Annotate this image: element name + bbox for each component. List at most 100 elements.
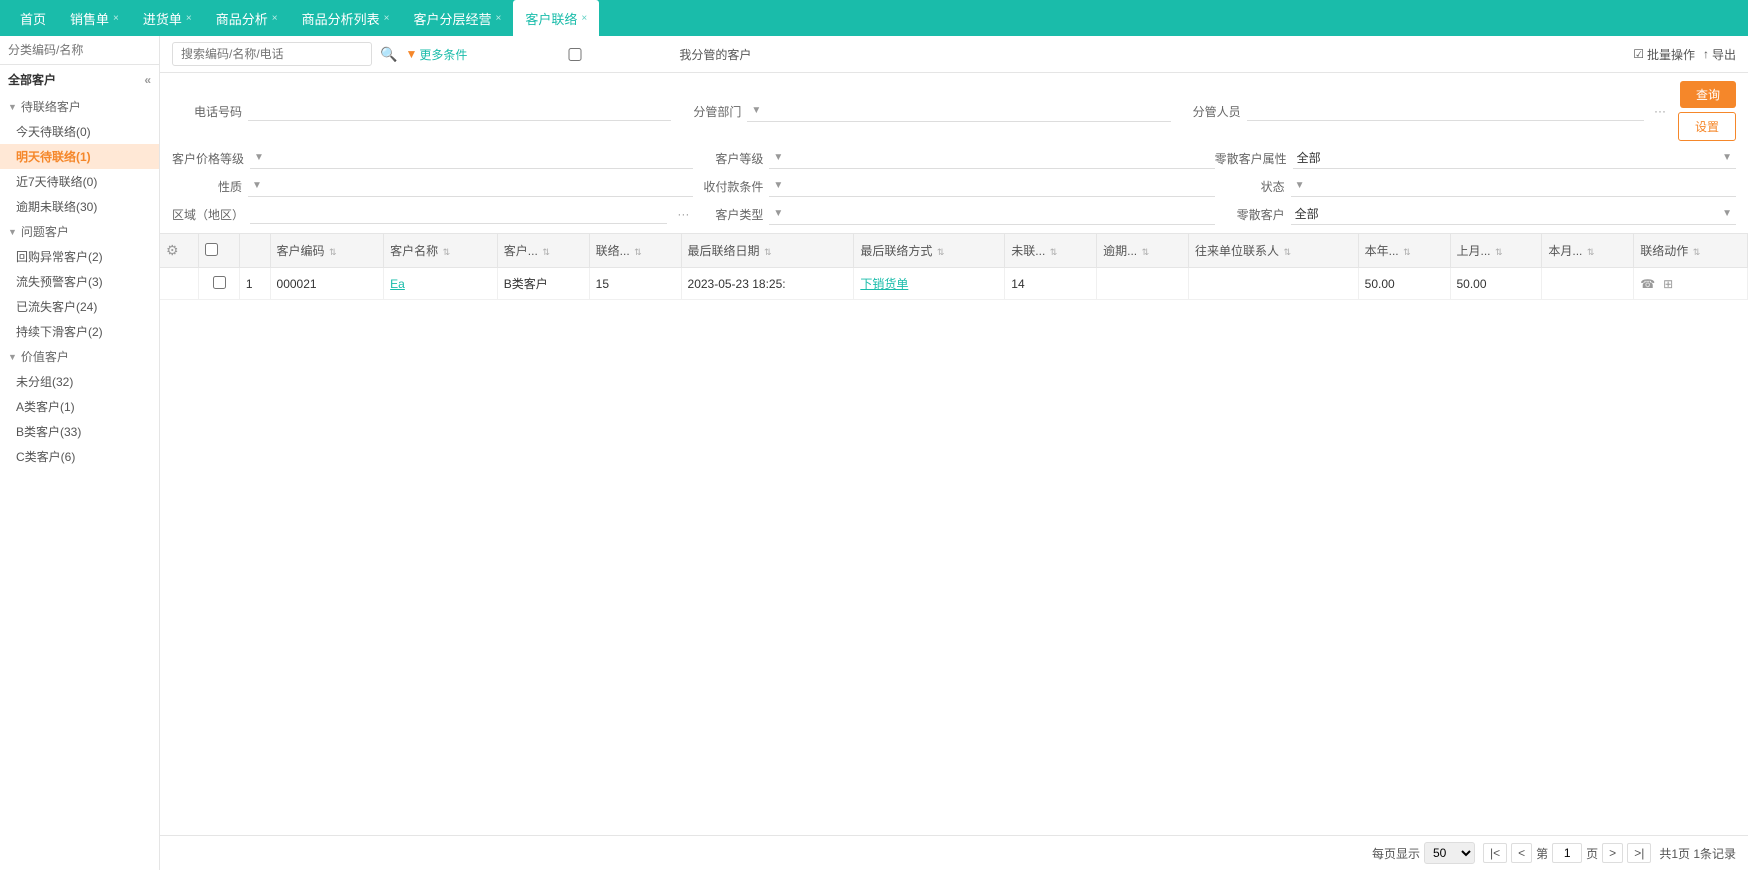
- chevron-down-icon: ▼: [254, 152, 264, 163]
- filter-select-1-0[interactable]: ▼: [250, 147, 693, 169]
- col-label-this_month[interactable]: 本月...: [1548, 244, 1582, 258]
- page-size-select[interactable]: 102050100: [1424, 842, 1475, 864]
- settings-button[interactable]: 设置: [1678, 112, 1736, 141]
- filter-input-3-0[interactable]: [250, 205, 667, 224]
- more-filter-btn[interactable]: ▼ 更多条件: [405, 46, 467, 63]
- nav-close-sales[interactable]: ×: [113, 13, 119, 24]
- pagination-nav: |< < 第 页 > >|: [1483, 843, 1651, 863]
- col-label-contacts[interactable]: 往来单位联系人: [1195, 244, 1279, 258]
- export-btn[interactable]: ↑ 导出: [1703, 46, 1736, 63]
- my-customers-checkbox[interactable]: [475, 48, 675, 61]
- last-page-btn[interactable]: >|: [1627, 843, 1651, 863]
- filter-dots-0-2[interactable]: ···: [1650, 104, 1670, 118]
- filter-inline-label-1-2: 全部: [1297, 149, 1321, 166]
- filter-select-2-2[interactable]: ▼: [1291, 175, 1736, 197]
- sidebar-item-class-b[interactable]: B类客户(33): [0, 419, 159, 444]
- col-label-last_contact_date[interactable]: 最后联络日期: [688, 244, 760, 258]
- row-last-method-0[interactable]: 下销货单: [854, 268, 1005, 300]
- query-button[interactable]: 查询: [1680, 81, 1736, 108]
- col-label-action[interactable]: 联络动作: [1640, 244, 1688, 258]
- prev-page-btn[interactable]: <: [1511, 843, 1532, 863]
- sidebar-item-class-a[interactable]: A类客户(1): [0, 394, 159, 419]
- nav-close-customer-tier[interactable]: ×: [495, 13, 501, 24]
- nav-item-purchase[interactable]: 进货单×: [131, 0, 204, 36]
- filter-dots-3-0[interactable]: ···: [673, 207, 693, 221]
- sidebar-group-pending-contact[interactable]: 待联络客户: [0, 94, 159, 119]
- filter-label-2-1: 收付款条件: [693, 178, 763, 195]
- sidebar-item-week[interactable]: 近7天待联络(0): [0, 169, 159, 194]
- nav-close-analysis[interactable]: ×: [272, 13, 278, 24]
- filter-select-inline-1-2[interactable]: 全部▼: [1293, 147, 1736, 169]
- sidebar-collapse-icon[interactable]: «: [144, 73, 151, 87]
- filter-row-3: 区域（地区）···客户类型▼零散客户全部▼: [172, 203, 1736, 225]
- col-label-this_year[interactable]: 本年...: [1365, 244, 1399, 258]
- filter-select-2-1[interactable]: ▼: [769, 175, 1214, 197]
- filter-select-0-1[interactable]: ▼: [747, 100, 1170, 122]
- action-grid-icon[interactable]: ⊞: [1663, 277, 1673, 291]
- sidebar-item-ungrouped[interactable]: 未分组(32): [0, 369, 159, 394]
- nav-close-customer-contact[interactable]: ×: [581, 13, 587, 24]
- col-label-last_month[interactable]: 上月...: [1457, 244, 1491, 258]
- sidebar-item-class-c[interactable]: C类客户(6): [0, 444, 159, 469]
- filter-select-inline-3-2[interactable]: 全部▼: [1291, 203, 1736, 225]
- action-phone-icon[interactable]: ☎: [1640, 277, 1655, 291]
- filter-select-2-0[interactable]: ▼: [248, 175, 693, 197]
- col-label-contact_count[interactable]: 联络...: [596, 244, 630, 258]
- nav-item-analysis-list[interactable]: 商品分析列表×: [290, 0, 402, 36]
- nav-close-analysis-list[interactable]: ×: [384, 13, 390, 24]
- filter-select-3-1[interactable]: ▼: [769, 203, 1214, 225]
- sort-icon-customer_type: ⇅: [540, 247, 550, 257]
- filter-label-0-1: 分管部门: [671, 103, 741, 120]
- sidebar: 🔍 全部客户 « 待联络客户今天待联络(0)明天待联络(1)近7天待联络(0)逾…: [0, 36, 160, 870]
- row-type-0: B类客户: [497, 268, 589, 300]
- col-label-customer_type[interactable]: 客户...: [504, 244, 538, 258]
- row-name-0[interactable]: Ea: [384, 268, 498, 300]
- sidebar-item-continuous-decline[interactable]: 持续下滑客户(2): [0, 319, 159, 344]
- nav-item-customer-contact[interactable]: 客户联络×: [513, 0, 599, 36]
- batch-op-btn[interactable]: ☑ 批量操作: [1633, 46, 1695, 63]
- col-header-contact_count: 联络... ⇅: [589, 234, 681, 268]
- col-label-last_contact_method[interactable]: 最后联络方式: [860, 244, 932, 258]
- filter-row-1: 客户价格等级▼客户等级▼零散客户属性全部▼: [172, 147, 1736, 169]
- sidebar-item-tomorrow[interactable]: 明天待联络(1): [0, 144, 159, 169]
- col-label-name[interactable]: 客户名称: [390, 244, 438, 258]
- sidebar-group-value-customers[interactable]: 价值客户: [0, 344, 159, 369]
- row-checkbox-0: [199, 268, 239, 300]
- search-icon[interactable]: 🔍: [380, 46, 397, 63]
- filter-input-0-0[interactable]: [248, 102, 671, 121]
- sidebar-item-today[interactable]: 今天待联络(0): [0, 119, 159, 144]
- sort-icon-code: ⇅: [327, 247, 337, 257]
- nav-item-home[interactable]: 首页: [8, 0, 58, 36]
- page-input[interactable]: [1552, 843, 1582, 863]
- sidebar-item-lost[interactable]: 已流失客户(24): [0, 294, 159, 319]
- filter-inline-label-3-2: 全部: [1295, 205, 1319, 222]
- nav-item-sales[interactable]: 销售单×: [58, 0, 131, 36]
- row-checkbox-input-0[interactable]: [213, 276, 226, 289]
- first-page-btn[interactable]: |<: [1483, 843, 1507, 863]
- all-customers-header[interactable]: 全部客户 «: [0, 65, 159, 94]
- filter-select-1-1[interactable]: ▼: [769, 147, 1214, 169]
- nav-item-analysis[interactable]: 商品分析×: [204, 0, 290, 36]
- sidebar-item-overdue[interactable]: 逾期未联络(30): [0, 194, 159, 219]
- col-label-uncontacted[interactable]: 未联...: [1011, 244, 1045, 258]
- next-page-btn[interactable]: >: [1602, 843, 1623, 863]
- search-input[interactable]: [172, 42, 372, 66]
- col-label-overdue[interactable]: 逾期...: [1103, 244, 1137, 258]
- col-header-contacts: 往来单位联系人 ⇅: [1189, 234, 1359, 268]
- col-header-checkbox: [199, 234, 239, 268]
- row-index-0: 1: [239, 268, 270, 300]
- settings-gear-icon[interactable]: ⚙: [166, 242, 179, 258]
- nav-item-customer-tier[interactable]: 客户分层经营×: [401, 0, 513, 36]
- filter-label-1-2: 零散客户属性: [1215, 150, 1287, 167]
- row-action-0: ☎⊞: [1634, 268, 1748, 300]
- col-header-code: 客户编码 ⇅: [270, 234, 384, 268]
- filter-input-0-2[interactable]: [1247, 102, 1644, 121]
- sidebar-search-input[interactable]: [8, 43, 160, 57]
- sidebar-item-lost-risk[interactable]: 流失预警客户(3): [0, 269, 159, 294]
- col-label-code[interactable]: 客户编码: [277, 244, 325, 258]
- sidebar-group-problem-customers[interactable]: 问题客户: [0, 219, 159, 244]
- nav-close-purchase[interactable]: ×: [186, 13, 192, 24]
- my-customers-checkbox-label[interactable]: 我分管的客户: [475, 46, 751, 63]
- sidebar-item-repurchase-abnormal[interactable]: 回购异常客户(2): [0, 244, 159, 269]
- select-all-checkbox[interactable]: [205, 243, 218, 256]
